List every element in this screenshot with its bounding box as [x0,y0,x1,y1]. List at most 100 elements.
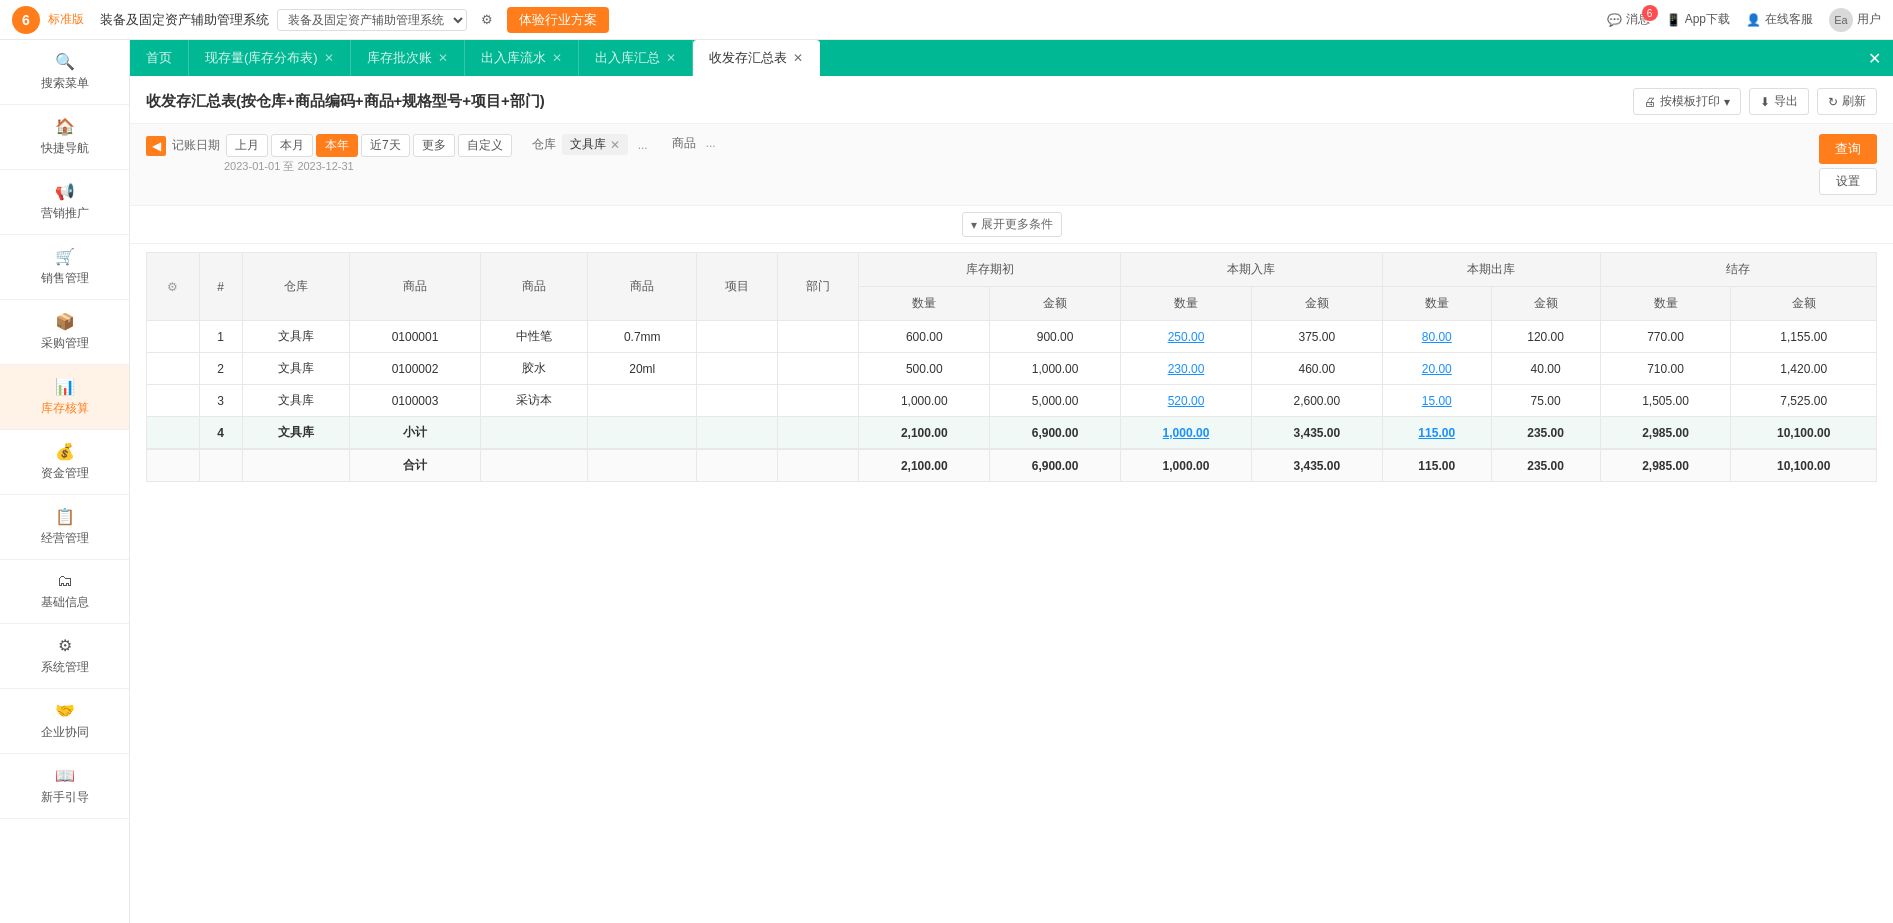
tab-batch-account[interactable]: 库存批次账 ✕ [351,40,465,76]
row3-check [147,385,200,417]
warehouse-label: 仓库 [532,136,556,153]
settings-button[interactable]: ⚙ [475,8,499,32]
th-department: 部门 [778,253,859,321]
sidebar-item-label: 经营管理 [41,530,89,547]
date-btn-this-year[interactable]: 本年 [316,134,358,157]
sidebar-item-search[interactable]: 🔍 搜索菜单 [0,40,129,105]
sidebar-item-quick-nav[interactable]: 🏠 快捷导航 [0,105,129,170]
th-out-amt: 金额 [1491,287,1600,321]
row2-balance-qty: 710.00 [1600,353,1731,385]
warehouse-more-btn[interactable]: ... [634,136,652,154]
tab-home[interactable]: 首页 [130,40,189,76]
expand-area: ▾ 展开更多条件 [130,206,1893,244]
row2-dept [778,353,859,385]
warehouse-tag-close[interactable]: ✕ [610,138,620,152]
user-menu[interactable]: Ea 用户 [1829,8,1881,32]
sales-icon: 🛒 [55,247,75,266]
print-icon: 🖨 [1644,95,1656,109]
row3-opening-qty: 1,000.00 [859,385,990,417]
page-title: 收发存汇总表(按仓库+商品编码+商品+规格型号+项目+部门) [146,92,545,111]
online-service-button[interactable]: 👤 在线客服 [1746,11,1813,28]
row3-project [697,385,778,417]
row3-spec [588,385,697,417]
tab-inventory-dist[interactable]: 现存量(库存分布表) ✕ [189,40,351,76]
tab-close-inout-summary[interactable]: ✕ [666,51,676,65]
product-more-btn[interactable]: ... [702,134,720,152]
query-button[interactable]: 查询 [1819,134,1877,164]
expand-conditions-button[interactable]: ▾ 展开更多条件 [962,212,1062,237]
trial-button[interactable]: 体验行业方案 [507,7,609,33]
filter-toggle[interactable]: ◀ [146,136,166,156]
app-icon: 📱 [1666,13,1681,27]
row1-in-qty[interactable]: 250.00 [1121,321,1252,353]
date-btn-more[interactable]: 更多 [413,134,455,157]
sidebar-item-marketing[interactable]: 📢 营销推广 [0,170,129,235]
sidebar-item-label: 销售管理 [41,270,89,287]
row1-out-qty[interactable]: 80.00 [1382,321,1491,353]
table-container: ⚙ # 仓库 商品 商品 商品 项目 部门 库存期初 本期入库 本期出库 结存 [130,244,1893,923]
search-icon: 🔍 [55,52,75,71]
th-settings[interactable]: ⚙ [147,253,200,321]
th-in-amt: 金额 [1251,287,1382,321]
sidebar-item-operations[interactable]: 📋 经营管理 [0,495,129,560]
row2-name: 胶水 [480,353,587,385]
subtotal-label: 小计 [350,417,481,450]
settings-filter-button[interactable]: 设置 [1819,168,1877,195]
tab-close-receive-summary[interactable]: ✕ [793,51,803,65]
sidebar-item-enterprise[interactable]: 🤝 企业协同 [0,689,129,754]
sidebar-item-basic-info[interactable]: 🗂 基础信息 [0,560,129,624]
print-button[interactable]: 🖨 按模板打印 ▾ [1633,88,1741,115]
tab-close-inout-flow[interactable]: ✕ [552,51,562,65]
row1-in-amt: 375.00 [1251,321,1382,353]
tab-inout-flow[interactable]: 出入库流水 ✕ [465,40,579,76]
data-table: ⚙ # 仓库 商品 商品 商品 项目 部门 库存期初 本期入库 本期出库 结存 [146,252,1877,482]
top-bar: 6 标准版 装备及固定资产辅助管理系统 装备及固定资产辅助管理系统 ⚙ 体验行业… [0,0,1893,40]
subtotal-opening-qty: 2,100.00 [859,417,990,450]
sidebar-item-label: 基础信息 [41,594,89,611]
th-opening-amt: 金额 [990,287,1121,321]
tab-bar-close-all[interactable]: ✕ [1856,49,1893,68]
app-download-button[interactable]: 📱 App下载 [1666,11,1730,28]
row3-code: 0100003 [350,385,481,417]
finance-icon: 💰 [55,442,75,461]
sidebar-item-label: 资金管理 [41,465,89,482]
subtotal-out-amt: 235.00 [1491,417,1600,450]
th-product-spec: 商品 [588,253,697,321]
sidebar-item-beginner[interactable]: 📖 新手引导 [0,754,129,819]
sidebar-item-inventory[interactable]: 📊 库存核算 [0,365,129,430]
tab-close-inventory-dist[interactable]: ✕ [324,51,334,65]
th-project: 项目 [697,253,778,321]
refresh-button[interactable]: ↻ 刷新 [1817,88,1877,115]
sidebar-item-purchase[interactable]: 📦 采购管理 [0,300,129,365]
total-out-amt: 235.00 [1491,449,1600,482]
row3-out-qty[interactable]: 15.00 [1382,385,1491,417]
tab-receive-summary[interactable]: 收发存汇总表 ✕ [693,40,820,76]
system-selector[interactable]: 装备及固定资产辅助管理系统 [277,9,467,31]
date-btn-custom[interactable]: 自定义 [458,134,512,157]
export-button[interactable]: ⬇ 导出 [1749,88,1809,115]
sidebar-item-sales[interactable]: 🛒 销售管理 [0,235,129,300]
date-btn-this-month[interactable]: 本月 [271,134,313,157]
subtotal-out-qty[interactable]: 115.00 [1382,417,1491,450]
tab-inout-summary[interactable]: 出入库汇总 ✕ [579,40,693,76]
date-btn-7days[interactable]: 近7天 [361,134,410,157]
date-btn-last-month[interactable]: 上月 [226,134,268,157]
total-opening-qty: 2,100.00 [859,449,990,482]
sidebar-item-system[interactable]: ⚙ 系统管理 [0,624,129,689]
row2-no: 2 [199,353,242,385]
row2-opening-amt: 1,000.00 [990,353,1121,385]
sidebar-item-label: 库存核算 [41,400,89,417]
row3-in-qty[interactable]: 520.00 [1121,385,1252,417]
message-button[interactable]: 💬 消息 6 [1607,11,1650,28]
purchase-icon: 📦 [55,312,75,331]
tab-close-batch-account[interactable]: ✕ [438,51,448,65]
sidebar-item-finance[interactable]: 💰 资金管理 [0,430,129,495]
date-label: 记账日期 [172,137,220,154]
warehouse-tag[interactable]: 文具库 ✕ [562,134,628,155]
row2-out-qty[interactable]: 20.00 [1382,353,1491,385]
row2-in-qty[interactable]: 230.00 [1121,353,1252,385]
row3-warehouse: 文具库 [242,385,349,417]
marketing-icon: 📢 [55,182,75,201]
subtotal-no: 4 [199,417,242,450]
subtotal-in-qty[interactable]: 1,000.00 [1121,417,1252,450]
